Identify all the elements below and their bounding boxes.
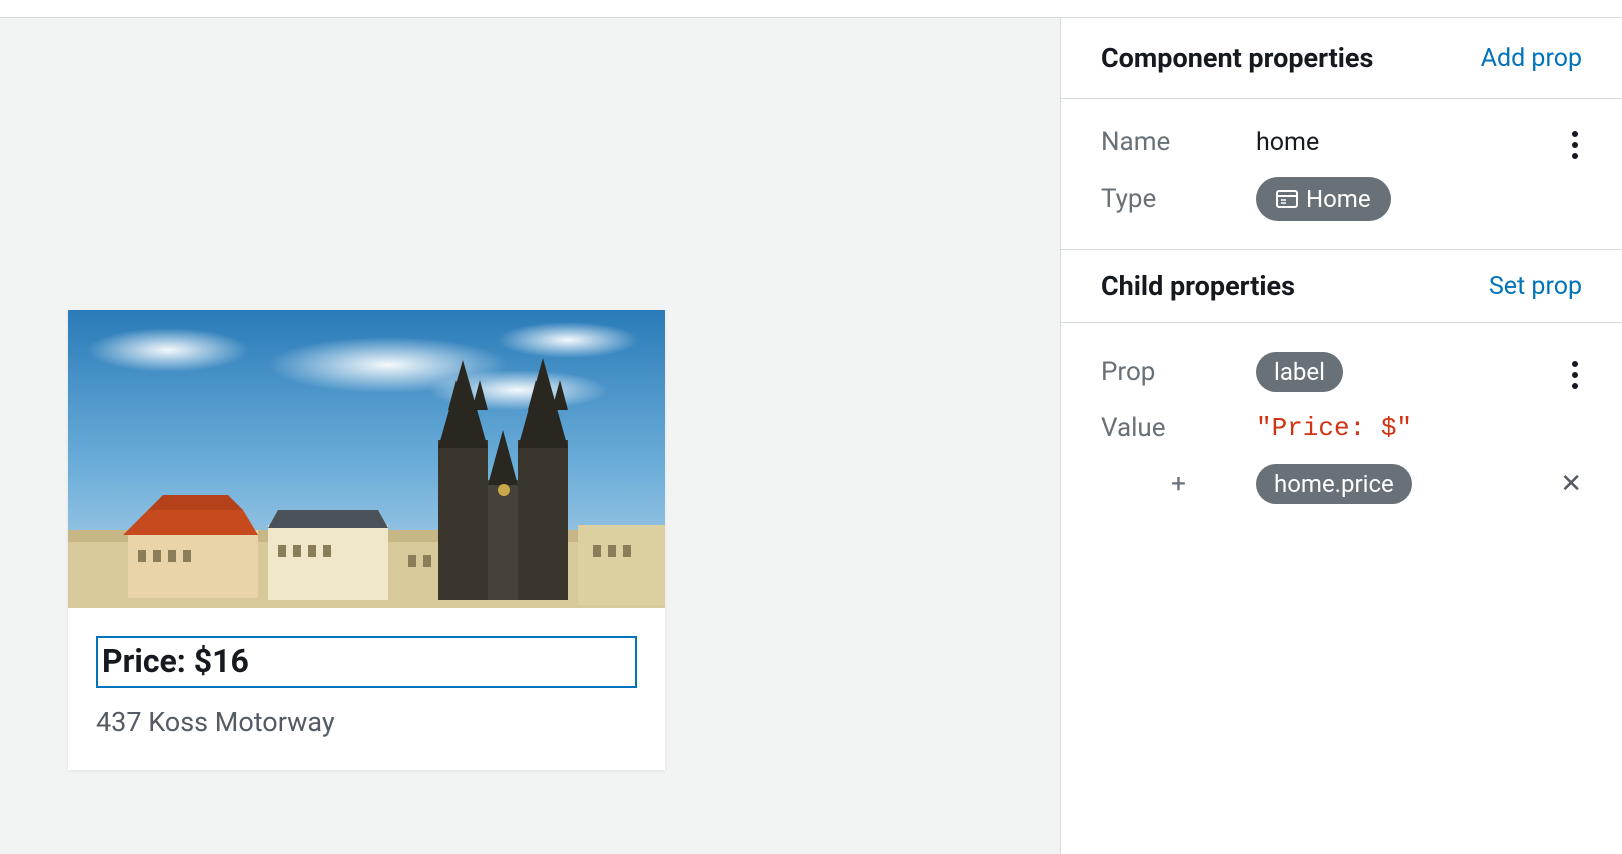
prop-label: Prop (1101, 357, 1256, 387)
component-card[interactable]: Price: $16 437 Koss Motorway (68, 310, 665, 770)
component-properties-header: Component properties Add prop (1061, 18, 1622, 99)
price-field-selected[interactable]: Price: $16 (96, 636, 637, 688)
set-prop-button[interactable]: Set prop (1489, 272, 1582, 301)
type-value-container: Home (1256, 177, 1582, 221)
more-icon[interactable] (1568, 127, 1582, 163)
name-row: Name home (1101, 121, 1582, 163)
prop-row: Prop label (1101, 351, 1582, 393)
name-value[interactable]: home (1256, 128, 1582, 157)
price-text: Price: $16 (102, 642, 627, 680)
close-icon[interactable]: ✕ (1556, 467, 1586, 501)
properties-panel: Component properties Add prop Name home … (1060, 18, 1622, 854)
address-text: 437 Koss Motorway (96, 706, 637, 738)
add-prop-button[interactable]: Add prop (1481, 44, 1582, 73)
name-label: Name (1101, 127, 1256, 157)
canvas-area: Price: $16 437 Koss Motorway (0, 0, 1060, 854)
child-properties-title: Child properties (1101, 270, 1295, 302)
value-string-container: "Price: $" (1256, 413, 1582, 443)
binding-pill-label: home.price (1274, 470, 1394, 498)
card-image (68, 310, 665, 608)
card-body: Price: $16 437 Koss Motorway (68, 608, 665, 770)
component-properties-section: Name home Type Home (1061, 99, 1622, 250)
binding-pill[interactable]: home.price (1256, 464, 1412, 504)
value-binding-row: + home.price ✕ (1101, 463, 1582, 505)
component-properties-title: Component properties (1101, 42, 1373, 74)
prop-value-container: label (1256, 352, 1582, 392)
more-icon[interactable] (1568, 357, 1582, 393)
prop-pill-label: label (1274, 358, 1325, 386)
value-string[interactable]: "Price: $" (1256, 413, 1412, 443)
type-pill[interactable]: Home (1256, 177, 1391, 221)
component-icon (1276, 190, 1298, 208)
type-row: Type Home (1101, 177, 1582, 221)
add-value-button[interactable]: + (1101, 469, 1256, 499)
top-toolbar-strip (0, 0, 1622, 18)
binding-value-container: home.price (1256, 464, 1582, 504)
type-pill-label: Home (1306, 185, 1371, 213)
child-properties-section: Prop label Value "Price: $" + home.price (1061, 323, 1622, 854)
prop-pill[interactable]: label (1256, 352, 1343, 392)
type-label: Type (1101, 184, 1256, 214)
value-label: Value (1101, 413, 1256, 443)
child-properties-header: Child properties Set prop (1061, 250, 1622, 323)
value-row: Value "Price: $" (1101, 407, 1582, 449)
